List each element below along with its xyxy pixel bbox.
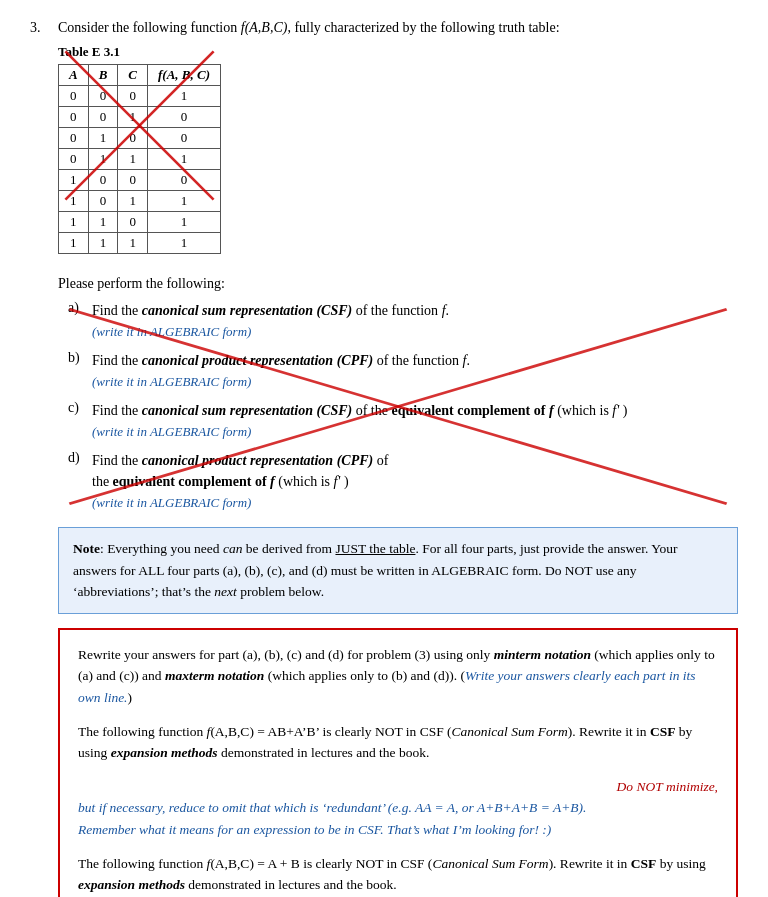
table-cell: 0 [59,86,89,107]
sub-item-a: a) Find the canonical sum representation… [68,300,738,342]
table-cell: 0 [148,170,221,191]
note-text2: be derived from [242,541,335,556]
red-para-2: The following function f(A,B,C) = AB+A’B… [78,721,718,764]
table-cell: 1 [148,191,221,212]
table-cell: 1 [118,233,148,254]
truth-table: A B C f(A, B, C) 00010010010001111000101… [58,64,221,254]
table-cell: 0 [118,128,148,149]
table-cell: 1 [59,170,89,191]
sub-items-section: a) Find the canonical sum representation… [58,300,738,513]
table-row: 1000 [59,170,221,191]
col-header-fabc: f(A, B, C) [148,65,221,86]
col-header-b: B [88,65,118,86]
table-row: 0001 [59,86,221,107]
table-cell: 1 [118,191,148,212]
next-italic: next [214,584,237,599]
table-cell: 1 [88,128,118,149]
note-text1: : Everything you need [100,541,223,556]
just-table: JUST the table [335,541,415,556]
table-cell: 1 [88,233,118,254]
table-cell: 1 [118,149,148,170]
red-para-1: Rewrite your answers for part (a), (b), … [78,644,718,709]
table-cell: 0 [59,128,89,149]
sub-text-a: Find the canonical sum representation (C… [92,300,449,342]
sub-label-b: b) [68,350,86,366]
note-box: Note: Everything you need can be derived… [58,527,738,614]
col-header-a: A [59,65,89,86]
table-cell: 1 [118,107,148,128]
red-para-3: The following function f(A,B,C) = A + B … [78,853,718,896]
truth-table-wrapper: Table E 3.1 A B C f(A, B, C) 00010010010… [58,44,221,266]
table-label: Table E 3.1 [58,44,221,60]
table-cell: 1 [88,212,118,233]
table-cell: 1 [148,149,221,170]
table-cell: 0 [148,107,221,128]
table-row: 1111 [59,233,221,254]
question-container: 3. Consider the following function f(A,B… [30,20,738,897]
red-do-not-1: Do NOT minimize, but if necessary, reduc… [78,776,718,841]
table-cell: 1 [59,191,89,212]
blue-italic-1: but if necessary, reduce to omit that wh… [78,800,586,815]
sub-text-b: Find the canonical product representatio… [92,350,470,392]
note-text4: problem below. [237,584,324,599]
sub-text-c: Find the canonical sum representation (C… [92,400,627,442]
table-cell: 0 [118,170,148,191]
red-box: Rewrite your answers for part (a), (b), … [58,628,738,897]
table-cell: 1 [59,212,89,233]
sub-label-d: d) [68,450,86,466]
sub-item-d: d) Find the canonical product representa… [68,450,738,513]
table-cell: 1 [148,233,221,254]
truth-table-body: 00010010010001111000101111011111 [59,86,221,254]
table-cell: 0 [59,149,89,170]
table-row: 0010 [59,107,221,128]
question-intro: Consider the following function f(A,B,C)… [58,20,738,36]
sub-text-d: Find the canonical product representatio… [92,450,388,513]
table-cell: 1 [59,233,89,254]
sub-item-c: c) Find the canonical sum representation… [68,400,738,442]
sub-item-b: b) Find the canonical product representa… [68,350,738,392]
blue-italic-2: Remember what it means for an expression… [78,822,551,837]
do-not-minimize-1: Do NOT minimize, [78,776,718,798]
col-header-c: C [118,65,148,86]
table-cell: 0 [148,128,221,149]
table-cell: 0 [88,86,118,107]
table-row: 1011 [59,191,221,212]
table-cell: 1 [148,212,221,233]
table-row: 0100 [59,128,221,149]
table-row: 0111 [59,149,221,170]
table-cell: 0 [118,212,148,233]
table-cell: 0 [118,86,148,107]
question-content: Consider the following function f(A,B,C)… [58,20,738,897]
table-cell: 1 [148,86,221,107]
question-number: 3. [30,20,50,897]
table-cell: 0 [88,170,118,191]
sub-items-list: a) Find the canonical sum representation… [58,300,738,513]
table-cell: 1 [88,149,118,170]
can-italic: can [223,541,243,556]
sub-label-a: a) [68,300,86,316]
table-cell: 0 [88,107,118,128]
note-bold: Note [73,541,100,556]
table-cell: 0 [59,107,89,128]
table-row: 1101 [59,212,221,233]
please-perform: Please perform the following: [58,276,738,292]
sub-label-c: c) [68,400,86,416]
table-cell: 0 [88,191,118,212]
